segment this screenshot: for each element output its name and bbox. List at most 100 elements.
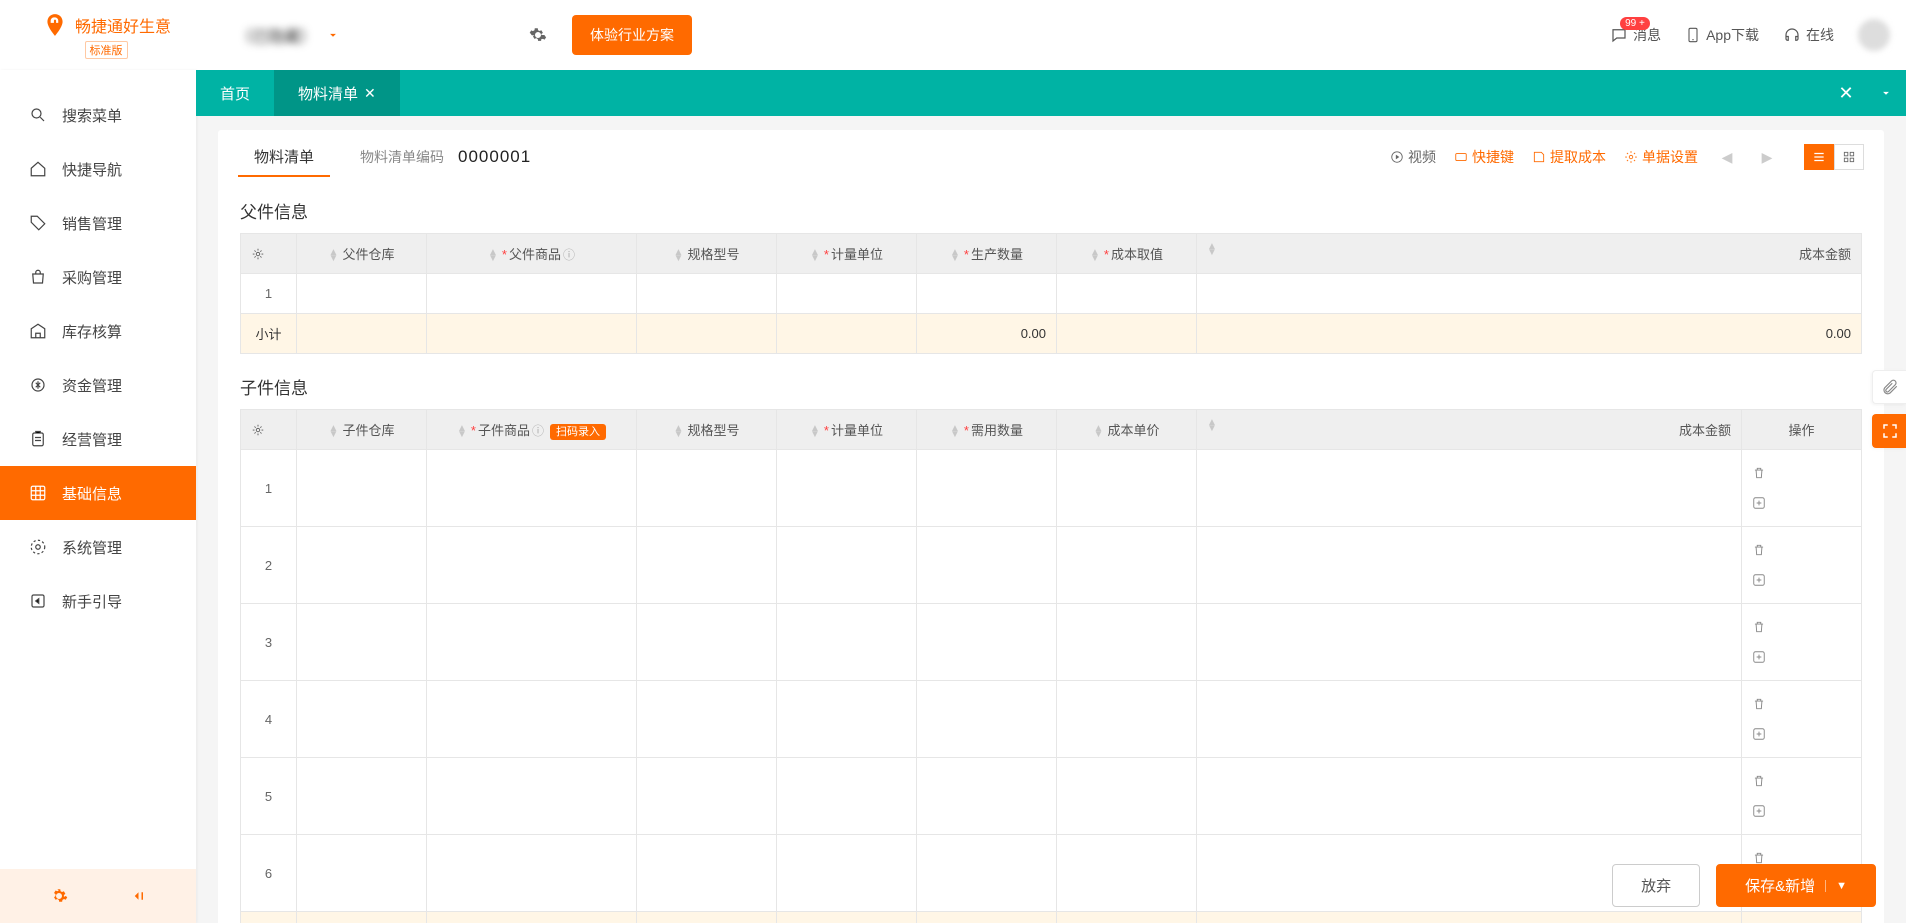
child-th-qty[interactable]: ▲▼*需用数量 <box>917 410 1057 450</box>
org-name: （已隐藏） <box>236 23 316 47</box>
tab-bom[interactable]: 物料清单 ✕ <box>274 70 400 116</box>
parent-th-costmode[interactable]: ▲▼*成本取值 <box>1057 234 1197 274</box>
sidebar-item-1[interactable]: 快捷导航 <box>0 142 196 196</box>
sidebar-item-label: 新手引导 <box>62 591 122 612</box>
row-index: 5 <box>241 758 297 835</box>
doc-settings-link[interactable]: 单据设置 <box>1624 147 1698 167</box>
delete-icon[interactable] <box>1752 466 1851 480</box>
sidebar-collapse-button[interactable] <box>127 887 147 905</box>
child-th-product[interactable]: ▲▼*子件商品ⓘ扫码录入 <box>427 410 637 450</box>
table-row[interactable]: 5 <box>241 758 1862 835</box>
sidebar-item-6[interactable]: 经营管理 <box>0 412 196 466</box>
subtotal-label: 小计 <box>241 314 297 354</box>
footer-actions: 放弃 保存&新增 ▼ <box>1612 864 1876 907</box>
table-row[interactable]: 1 <box>241 450 1862 527</box>
child-th-spec[interactable]: ▲▼规格型号 <box>637 410 777 450</box>
delete-icon[interactable] <box>1752 774 1851 788</box>
parent-col-settings[interactable] <box>241 234 297 274</box>
sidebar-item-0[interactable]: 搜索菜单 <box>0 88 196 142</box>
delete-icon[interactable] <box>1752 697 1851 711</box>
discard-button[interactable]: 放弃 <box>1612 864 1700 907</box>
extract-cost-label: 提取成本 <box>1550 147 1606 167</box>
table-row[interactable]: 2 <box>241 527 1862 604</box>
online-support-button[interactable]: 在线 <box>1783 25 1834 45</box>
tab-bar: 首页 物料清单 ✕ ✕ <box>196 70 1906 116</box>
close-icon[interactable]: ✕ <box>364 85 376 102</box>
org-settings-button[interactable] <box>524 21 552 49</box>
video-label: 视频 <box>1408 147 1436 167</box>
row-ops <box>1742 604 1862 681</box>
add-row-icon[interactable] <box>1752 804 1851 818</box>
child-th-ops: 操作 <box>1742 410 1862 450</box>
user-avatar[interactable] <box>1858 19 1890 51</box>
parent-th-warehouse[interactable]: ▲▼父件仓库 <box>297 234 427 274</box>
add-row-icon[interactable] <box>1752 573 1851 587</box>
sidebar-item-8[interactable]: 系统管理 <box>0 520 196 574</box>
row-index: 3 <box>241 604 297 681</box>
sidebar-item-3[interactable]: 采购管理 <box>0 250 196 304</box>
add-row-icon[interactable] <box>1752 650 1851 664</box>
table-row[interactable]: 4 <box>241 681 1862 758</box>
sidebar-item-5[interactable]: 资金管理 <box>0 358 196 412</box>
parent-th-spec[interactable]: ▲▼规格型号 <box>637 234 777 274</box>
chevron-down-icon[interactable]: ▼ <box>1825 880 1847 892</box>
org-selector[interactable]: （已隐藏） <box>236 15 516 55</box>
sidebar-item-9[interactable]: 新手引导 <box>0 574 196 628</box>
table-row[interactable]: 3 <box>241 604 1862 681</box>
document-tab[interactable]: 物料清单 <box>238 138 330 177</box>
info-icon[interactable]: ⓘ <box>532 424 544 438</box>
delete-icon[interactable] <box>1752 851 1851 865</box>
add-row-icon[interactable] <box>1752 727 1851 741</box>
delete-icon[interactable] <box>1752 620 1851 634</box>
parent-th-qty[interactable]: ▲▼*生产数量 <box>917 234 1057 274</box>
sidebar-item-label: 基础信息 <box>62 483 122 504</box>
promo-button[interactable]: 体验行业方案 <box>572 15 692 55</box>
messages-button[interactable]: 99 + 消息 <box>1610 25 1661 45</box>
child-th-warehouse[interactable]: ▲▼子件仓库 <box>297 410 427 450</box>
sidebar-settings-button[interactable] <box>50 887 68 905</box>
video-link[interactable]: 视频 <box>1390 147 1436 167</box>
sidebar-item-4[interactable]: 库存核算 <box>0 304 196 358</box>
save-new-button[interactable]: 保存&新增 ▼ <box>1716 864 1876 907</box>
row-ops <box>1742 758 1862 835</box>
child-th-amount[interactable]: ▲▼成本金额 <box>1197 410 1742 450</box>
child-col-settings[interactable] <box>241 410 297 450</box>
sidebar-item-label: 资金管理 <box>62 375 122 396</box>
extract-cost-link[interactable]: 提取成本 <box>1532 147 1606 167</box>
child-th-unitcost[interactable]: ▲▼成本单价 <box>1057 410 1197 450</box>
table-row[interactable]: 1 <box>241 274 1862 314</box>
delete-icon[interactable] <box>1752 543 1851 557</box>
parent-th-amount[interactable]: ▲▼成本金额 <box>1197 234 1862 274</box>
child-th-unit[interactable]: ▲▼*计量单位 <box>777 410 917 450</box>
tabs-close-all-button[interactable]: ✕ <box>1826 83 1866 104</box>
grid-icon <box>28 483 48 503</box>
tab-home[interactable]: 首页 <box>196 70 274 116</box>
sidebar-item-label: 库存核算 <box>62 321 122 342</box>
view-grid-button[interactable] <box>1834 144 1864 170</box>
add-row-icon[interactable] <box>1752 496 1851 510</box>
doc-settings-label: 单据设置 <box>1642 147 1698 167</box>
info-icon[interactable]: ⓘ <box>563 248 575 262</box>
view-list-button[interactable] <box>1804 144 1834 170</box>
parent-th-product[interactable]: ▲▼*父件商品ⓘ <box>427 234 637 274</box>
shortcut-link[interactable]: 快捷键 <box>1454 147 1514 167</box>
brand-edition: 标准版 <box>85 41 128 59</box>
app-download-button[interactable]: App下载 <box>1685 25 1759 45</box>
shortcut-label: 快捷键 <box>1472 147 1514 167</box>
fund-icon <box>28 375 48 395</box>
stock-icon <box>28 321 48 341</box>
sidebar-item-2[interactable]: 销售管理 <box>0 196 196 250</box>
parent-th-unit[interactable]: ▲▼*计量单位 <box>777 234 917 274</box>
sidebar-item-label: 销售管理 <box>62 213 122 234</box>
row-index: 6 <box>241 835 297 912</box>
tab-bom-label: 物料清单 <box>298 83 358 104</box>
sidebar-item-7[interactable]: 基础信息 <box>0 466 196 520</box>
attachment-button[interactable] <box>1872 370 1906 404</box>
next-doc-button[interactable]: ▶ <box>1756 144 1778 170</box>
scan-badge[interactable]: 扫码录入 <box>550 424 606 440</box>
parent-subtotal-row: 小计 0.00 0.00 <box>241 314 1862 354</box>
document-header: 物料清单 物料清单编码 0000001 视频 快捷键 提取成本 单据 <box>218 130 1884 184</box>
prev-doc-button[interactable]: ◀ <box>1716 144 1738 170</box>
fullscreen-button[interactable] <box>1872 414 1906 448</box>
tabs-more-button[interactable] <box>1866 86 1906 100</box>
